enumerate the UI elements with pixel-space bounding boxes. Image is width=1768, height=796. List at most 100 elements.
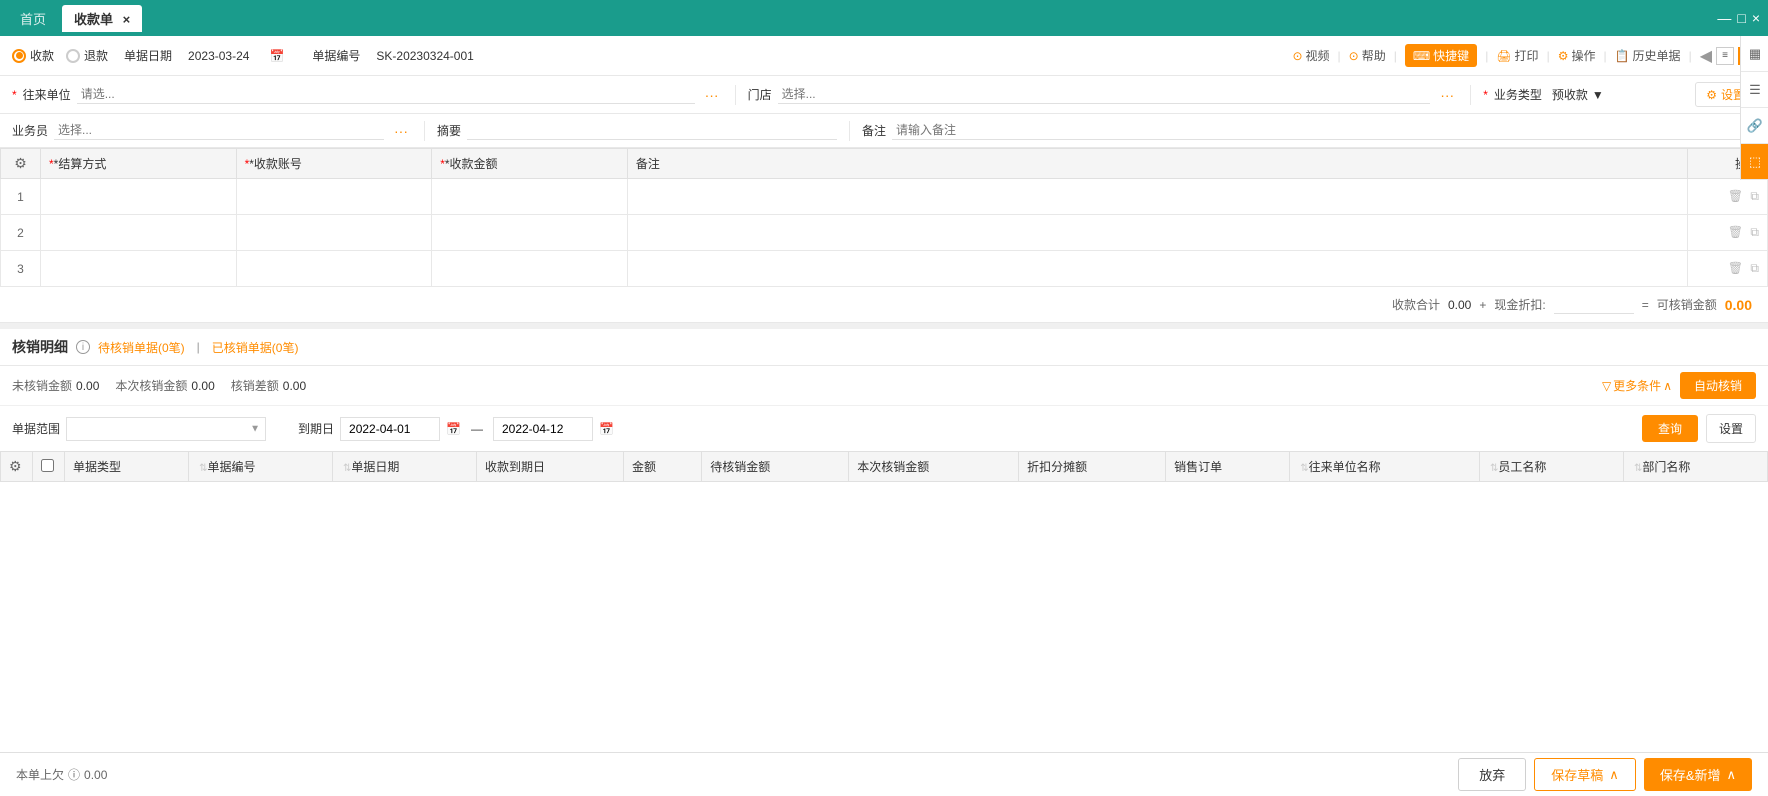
vt-pending-header: 待核销金额 [702,452,849,482]
store-field: 门店 ··· [748,85,1459,104]
account-cell-3[interactable] [236,251,432,287]
more-conditions-btn[interactable]: ▽ 更多条件 ∧ [1602,377,1672,394]
salesperson-more-btn[interactable]: ··· [390,123,412,139]
sidebar-icon-2[interactable]: ☰ [1741,72,1768,108]
window-max-icon[interactable]: □ [1737,10,1745,26]
store-label: 门店 [748,86,772,103]
summary-input[interactable] [467,121,837,140]
main-area: 收款 退款 单据日期 2023-03-24 📅 单据编号 SK-20230324… [0,36,1768,796]
amount-cell-2[interactable] [432,215,628,251]
help-icon: ⊙ [1349,49,1359,63]
salesperson-input[interactable] [54,121,384,140]
table-settings-header[interactable]: ⚙ [1,149,41,179]
prev-icon[interactable]: ◀ [1700,46,1712,66]
abandon-btn[interactable]: 放弃 [1458,758,1526,791]
counterpart-field: * 往来单位 ··· [12,85,723,104]
counterpart-more-btn[interactable]: ··· [701,87,723,103]
window-controls: — □ × [1717,10,1760,26]
verify-table: ⚙ 单据类型 ⇅单据编号 ⇅单据日期 收款到期日 金额 [0,451,1768,482]
nav-tab-receipt[interactable]: 收款单 × [62,5,142,32]
radio-receive[interactable]: 收款 [12,47,54,64]
business-type-dropdown[interactable]: 预收款 ▼ [1548,84,1608,105]
vt-settings-header[interactable]: ⚙ [1,452,33,482]
remark-cell-3[interactable] [627,251,1687,287]
done-tab[interactable]: 已核销单据(0笔) [212,339,299,356]
pending-label: 待核销单据(0笔) [98,339,185,356]
btn-video[interactable]: ⊙ 视频 [1292,47,1329,64]
copy-icon-2[interactable]: ⧉ [1750,225,1759,239]
store-input[interactable] [778,85,1431,104]
delete-icon-3[interactable]: 🗑 [1728,261,1743,275]
bottom-info: 本单上欠 ⓘ 0.00 [16,766,107,783]
action-cell-1: 🗑 ⧉ [1688,179,1768,215]
btn-help[interactable]: ⊙ 帮助 [1349,47,1386,64]
amount-cell-3[interactable] [432,251,628,287]
btn-print[interactable]: 🖨 打印 [1496,47,1538,64]
date-to-input[interactable] [493,417,593,441]
bottom-info-icon[interactable]: ⓘ [68,766,80,783]
radio-return-label: 退款 [84,47,108,64]
account-cell-1[interactable] [236,179,432,215]
store-more-btn[interactable]: ··· [1436,87,1458,103]
nav-home[interactable]: 首页 [8,5,58,32]
settlement-cell-1[interactable] [41,179,237,215]
filter-settings-btn[interactable]: 设置 [1706,414,1756,443]
copy-icon-3[interactable]: ⧉ [1750,261,1759,275]
table-row: 1 🗑 ⧉ [1,179,1768,215]
table-gear-icon[interactable]: ⚙ [14,155,27,171]
radio-return[interactable]: 退款 [66,47,108,64]
auto-verify-btn[interactable]: 自动核销 [1680,372,1756,399]
remark-cell-2[interactable] [627,215,1687,251]
verifiable-label: 可核销金额 [1657,296,1717,313]
bottom-info-value: 0.00 [84,768,107,782]
receipt-table: ⚙ **结算方式 **收款账号 **收款金额 备注 操作 [0,148,1768,287]
salesperson-field: 业务员 ··· [12,121,412,140]
verify-info-icon[interactable]: i [76,340,90,354]
date-to-icon[interactable]: 📅 [599,422,614,436]
plus-label: + [1479,298,1486,312]
amount-cell-1[interactable] [432,179,628,215]
discount-input[interactable] [1554,295,1634,314]
delete-icon-1[interactable]: 🗑 [1728,189,1743,203]
settlement-cell-3[interactable] [41,251,237,287]
scope-select[interactable] [66,417,266,441]
verifiable-value: 0.00 [1725,297,1752,313]
copy-icon-1[interactable]: ⧉ [1750,189,1759,203]
btn-shortcut[interactable]: ⌨ 快捷键 [1405,44,1477,67]
remark-input[interactable] [892,121,1756,140]
date-from-icon[interactable]: 📅 [446,422,461,436]
list-view-icon[interactable]: ≡ [1716,47,1734,65]
save-new-btn[interactable]: 保存&新增 ∧ [1644,758,1752,791]
delete-icon-2[interactable]: 🗑 [1728,225,1743,239]
remark-cell-1[interactable] [627,179,1687,215]
date-picker-icon[interactable]: 📅 [269,49,284,63]
select-all-checkbox[interactable] [41,459,54,472]
history-icon: 📋 [1615,49,1630,63]
window-min-icon[interactable]: — [1717,10,1731,26]
amount-header: **收款金额 [432,149,628,179]
counterpart-input[interactable] [77,85,695,104]
btn-history[interactable]: 📋 历史单据 [1615,47,1681,64]
window-close-icon[interactable]: × [1752,10,1760,26]
account-cell-2[interactable] [236,215,432,251]
tab-close-icon[interactable]: × [123,12,131,27]
sidebar-icon-expand[interactable]: ⬚ [1741,144,1768,180]
unverified-label: 未核销金额 [12,377,72,394]
settlement-cell-2[interactable] [41,215,237,251]
remark-header: 备注 [627,149,1687,179]
operation-label: 操作 [1571,47,1595,64]
query-btn[interactable]: 查询 [1642,415,1698,442]
shortcut-icon: ⌨ [1413,49,1430,63]
vt-checkbox-header[interactable] [33,452,65,482]
radio-receive-label: 收款 [30,47,54,64]
sidebar-icon-1[interactable]: ▦ [1741,36,1768,72]
vt-gear-icon[interactable]: ⚙ [9,458,22,474]
btn-operation[interactable]: ⚙ 操作 [1558,47,1596,64]
sidebar-icon-attachment[interactable]: 🔗 [1741,108,1768,144]
draft-btn[interactable]: 保存草稿 ∧ [1534,758,1636,791]
date-from-input[interactable] [340,417,440,441]
toolbar-row: 收款 退款 单据日期 2023-03-24 📅 单据编号 SK-20230324… [0,36,1768,76]
pending-tab[interactable]: 待核销单据(0笔) [98,339,185,356]
verify-stats: 未核销金额 0.00 本次核销金额 0.00 核销差额 0.00 ▽ 更多条件 … [0,366,1768,405]
unverified-stat: 未核销金额 0.00 [12,377,99,394]
